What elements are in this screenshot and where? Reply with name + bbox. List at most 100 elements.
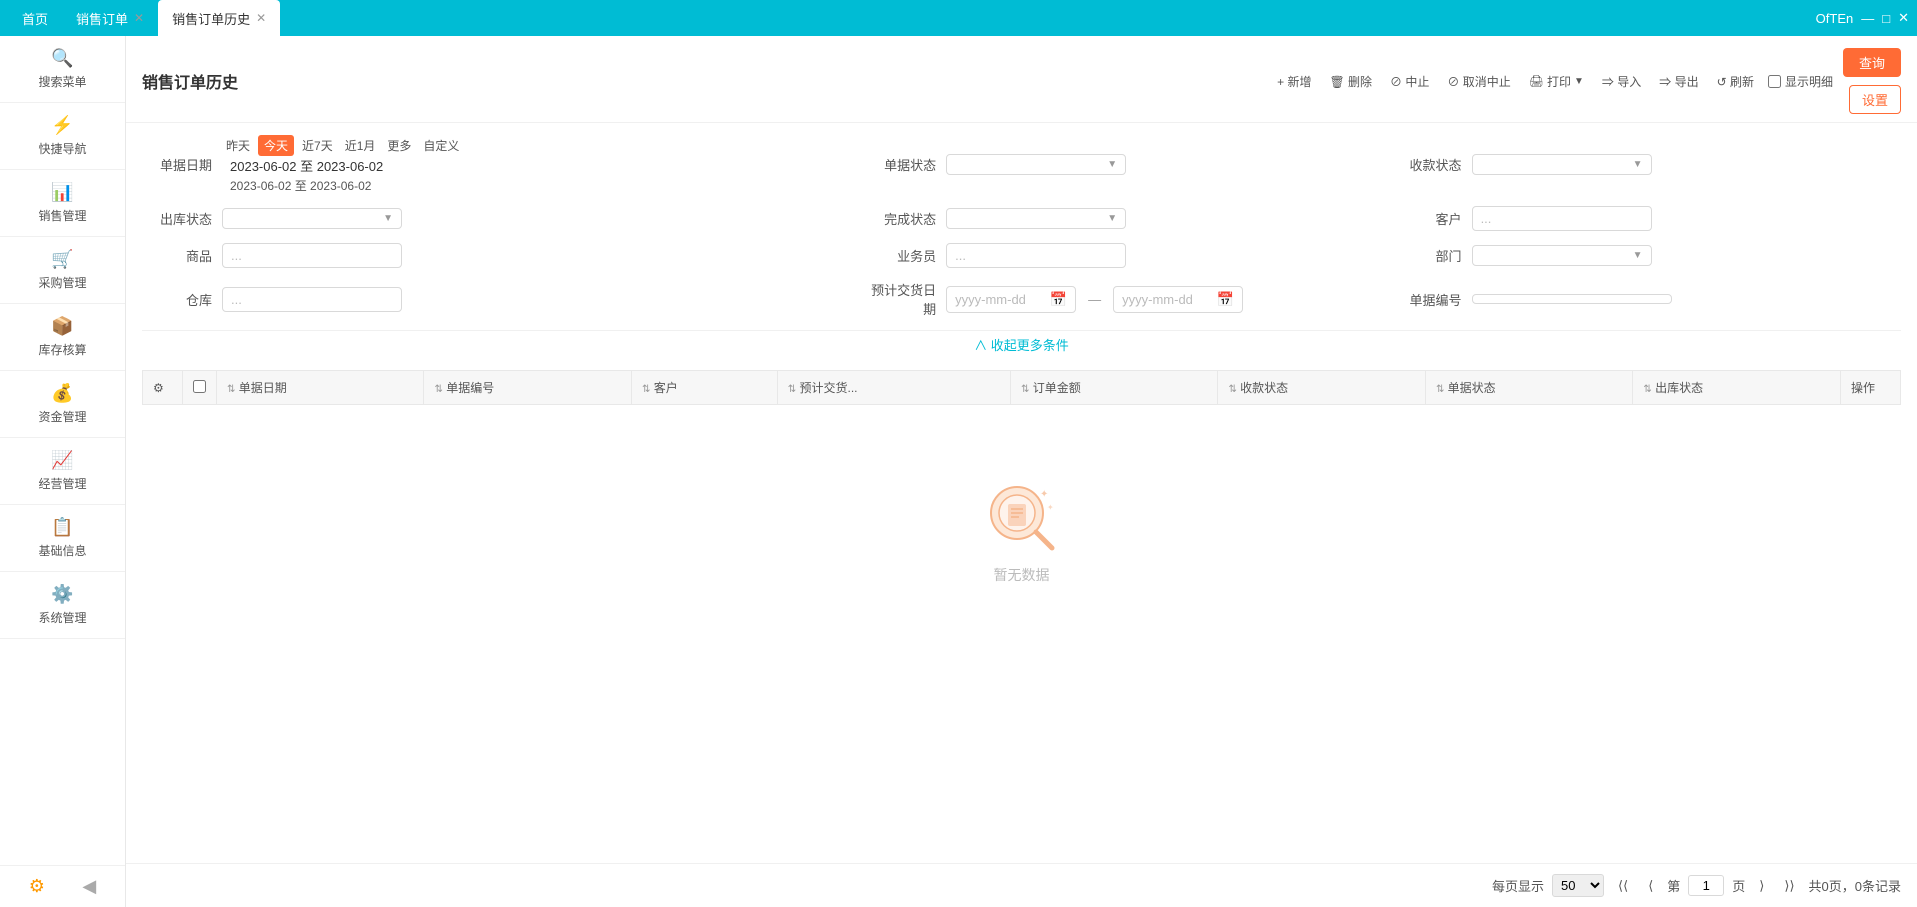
data-table: ⚙ ⇅ 单据日期 ⇅ 单据编号 ⇅ 客户 ⇅ 预计交货... ⇅ 订单金额 ⇅ … [142, 370, 1901, 405]
maximize-btn[interactable]: □ [1882, 11, 1890, 26]
delivery-status-select[interactable]: ▼ [222, 208, 402, 229]
expected-date-label: 预计交货日期 [866, 280, 946, 318]
refresh-btn[interactable]: ↺ 刷新 [1713, 73, 1758, 90]
filter-area: 单据日期 昨天 今天 近7天 近1月 更多 自定义 2023-06-02 至 2… [126, 123, 1917, 370]
page-title: 销售订单历史 [142, 69, 238, 93]
order-number-input[interactable] [1472, 294, 1672, 304]
sidebar-item-system[interactable]: ⚙️ 系统管理 [0, 572, 125, 639]
display-details-checkbox[interactable] [1768, 75, 1781, 88]
sidebar-item-label: 搜索菜单 [38, 73, 86, 90]
delivery-status-label: 出库状态 [142, 209, 222, 228]
sort-icon: ⇅ [788, 384, 796, 395]
goods-input[interactable]: ... [222, 243, 402, 268]
tab-sales-history-label: 销售订单历史 [172, 9, 250, 28]
page-number-input[interactable] [1688, 875, 1724, 896]
tab-sales-order[interactable]: 销售订单 ✕ [62, 0, 158, 36]
settings-bottom-icon[interactable]: ⚙ [29, 876, 45, 897]
total-records: 共0页，0条记录 [1809, 876, 1901, 895]
sort-icon: ⇅ [1643, 384, 1651, 395]
tab-home[interactable]: 首页 [8, 0, 62, 36]
sidebar-item-search-menu[interactable]: 🔍 搜索菜单 [0, 36, 125, 103]
stop-btn[interactable]: ⊘ 中止 [1386, 73, 1433, 90]
shortcut-more[interactable]: 更多 [383, 135, 415, 156]
page-label-prefix: 第 [1667, 876, 1680, 895]
sales-icon: 📊 [51, 182, 73, 203]
tab-sales-history-close[interactable]: ✕ [256, 11, 266, 25]
filter-row-2: 出库状态 ▼ 完成状态 ▼ 客户 [142, 206, 1901, 231]
calendar-icon-from: 📅 [1050, 291, 1067, 308]
tab-sales-order-label: 销售订单 [76, 9, 128, 28]
salesman-input[interactable]: ... [946, 243, 1126, 268]
export-btn[interactable]: ⇒ 导出 [1655, 73, 1702, 90]
settings-btn[interactable]: 设置 [1849, 85, 1901, 114]
warehouse-label: 仓库 [142, 290, 222, 309]
customer-control: ... [1472, 206, 1901, 231]
payment-status-control: ▼ [1472, 154, 1901, 175]
sidebar-item-quick-nav[interactable]: ⚡ 快捷导航 [0, 103, 125, 170]
collapse-sidebar-icon[interactable]: ◀ [82, 876, 96, 897]
collapse-bar[interactable]: ∧ 收起更多条件 [142, 330, 1901, 358]
delete-btn[interactable]: 🗑 删除 [1325, 73, 1376, 90]
payment-status-label: 收款状态 [1392, 155, 1472, 174]
sidebar-item-basic-info[interactable]: 📋 基础信息 [0, 505, 125, 572]
sidebar: 🔍 搜索菜单 ⚡ 快捷导航 📊 销售管理 🛒 采购管理 📦 库存核算 💰 资金管… [0, 36, 126, 907]
close-btn[interactable]: ✕ [1898, 10, 1909, 26]
shortcut-custom[interactable]: 自定义 [419, 135, 463, 156]
query-btn[interactable]: 查询 [1843, 48, 1901, 77]
sidebar-item-finance[interactable]: 💰 资金管理 [0, 371, 125, 438]
filter-row-1: 单据日期 昨天 今天 近7天 近1月 更多 自定义 2023-06-02 至 2… [142, 135, 1901, 194]
tab-sales-order-close[interactable]: ✕ [134, 11, 144, 25]
payment-status-select[interactable]: ▼ [1472, 154, 1652, 175]
th-amount: ⇅ 订单金额 [1010, 371, 1217, 405]
warehouse-input[interactable]: ... [222, 287, 402, 312]
cancel-stop-btn[interactable]: ⊘ 取消中止 [1443, 73, 1514, 90]
sidebar-item-sales[interactable]: 📊 销售管理 [0, 170, 125, 237]
tab-home-label: 首页 [22, 9, 48, 28]
main-layout: 🔍 搜索菜单 ⚡ 快捷导航 📊 销售管理 🛒 采购管理 📦 库存核算 💰 资金管… [0, 36, 1917, 907]
import-btn[interactable]: ⇒ 导入 [1598, 73, 1645, 90]
shortcut-7days[interactable]: 近7天 [298, 135, 337, 156]
tab-sales-history[interactable]: 销售订单历史 ✕ [158, 0, 280, 36]
complete-status-arrow: ▼ [1107, 213, 1117, 224]
sidebar-item-label: 快捷导航 [38, 140, 86, 157]
complete-status-select[interactable]: ▼ [946, 208, 1126, 229]
shortcut-today[interactable]: 今天 [258, 135, 294, 156]
department-select[interactable]: ▼ [1472, 245, 1652, 266]
table-area: ⚙ ⇅ 单据日期 ⇅ 单据编号 ⇅ 客户 ⇅ 预计交货... ⇅ 订单金额 ⇅ … [126, 370, 1917, 863]
customer-input[interactable]: ... [1472, 206, 1652, 231]
th-settings[interactable]: ⚙ [143, 371, 183, 405]
pagination: 每页显示 50 10 20 100 ⟨⟨ ⟨ 第 页 ⟩ ⟩⟩ 共0页，0条记录 [126, 863, 1917, 907]
finance-icon: 💰 [51, 383, 73, 404]
sidebar-item-purchase[interactable]: 🛒 采购管理 [0, 237, 125, 304]
sidebar-item-operations[interactable]: 📈 经营管理 [0, 438, 125, 505]
action-btns: 查询 设置 [1843, 48, 1901, 114]
print-btn[interactable]: 🖨 打印 ▼ [1525, 73, 1588, 90]
often-label: OfTEn [1816, 11, 1854, 26]
order-status-select[interactable]: ▼ [946, 154, 1126, 175]
print-arrow-icon: ▼ [1574, 76, 1584, 87]
operations-icon: 📈 [51, 450, 73, 471]
top-bar: 首页 销售订单 ✕ 销售订单历史 ✕ OfTEn — □ ✕ [0, 0, 1917, 36]
date-label: 单据日期 [142, 155, 222, 174]
shortcut-1month[interactable]: 近1月 [341, 135, 380, 156]
minimize-btn[interactable]: — [1861, 11, 1874, 26]
date-control: 昨天 今天 近7天 近1月 更多 自定义 2023-06-02 至 2023-0… [222, 135, 866, 194]
shortcut-yesterday[interactable]: 昨天 [222, 135, 254, 156]
expected-date-to[interactable]: yyyy-mm-dd 📅 [1113, 286, 1243, 313]
expected-date-from[interactable]: yyyy-mm-dd 📅 [946, 286, 1076, 313]
select-all-checkbox[interactable] [193, 380, 206, 393]
svg-text:✦: ✦ [1047, 503, 1054, 512]
page-header: 销售订单历史 + 新增 🗑 删除 ⊘ 中止 ⊘ 取消中止 🖨 打印 ▼ ⇒ 导入… [126, 36, 1917, 123]
date-from-placeholder: yyyy-mm-dd [955, 292, 1026, 307]
order-status-control: ▼ [946, 154, 1375, 175]
prev-page-btn[interactable]: ⟨ [1642, 876, 1659, 896]
first-page-btn[interactable]: ⟨⟨ [1612, 876, 1634, 896]
new-btn[interactable]: + 新增 [1273, 73, 1315, 90]
last-page-btn[interactable]: ⟩⟩ [1778, 876, 1800, 896]
order-status-label: 单据状态 [866, 155, 946, 174]
th-check[interactable] [183, 371, 217, 405]
sidebar-item-inventory[interactable]: 📦 库存核算 [0, 304, 125, 371]
per-page-select[interactable]: 50 10 20 100 [1552, 874, 1604, 897]
purchase-icon: 🛒 [51, 249, 73, 270]
next-page-btn[interactable]: ⟩ [1753, 876, 1770, 896]
